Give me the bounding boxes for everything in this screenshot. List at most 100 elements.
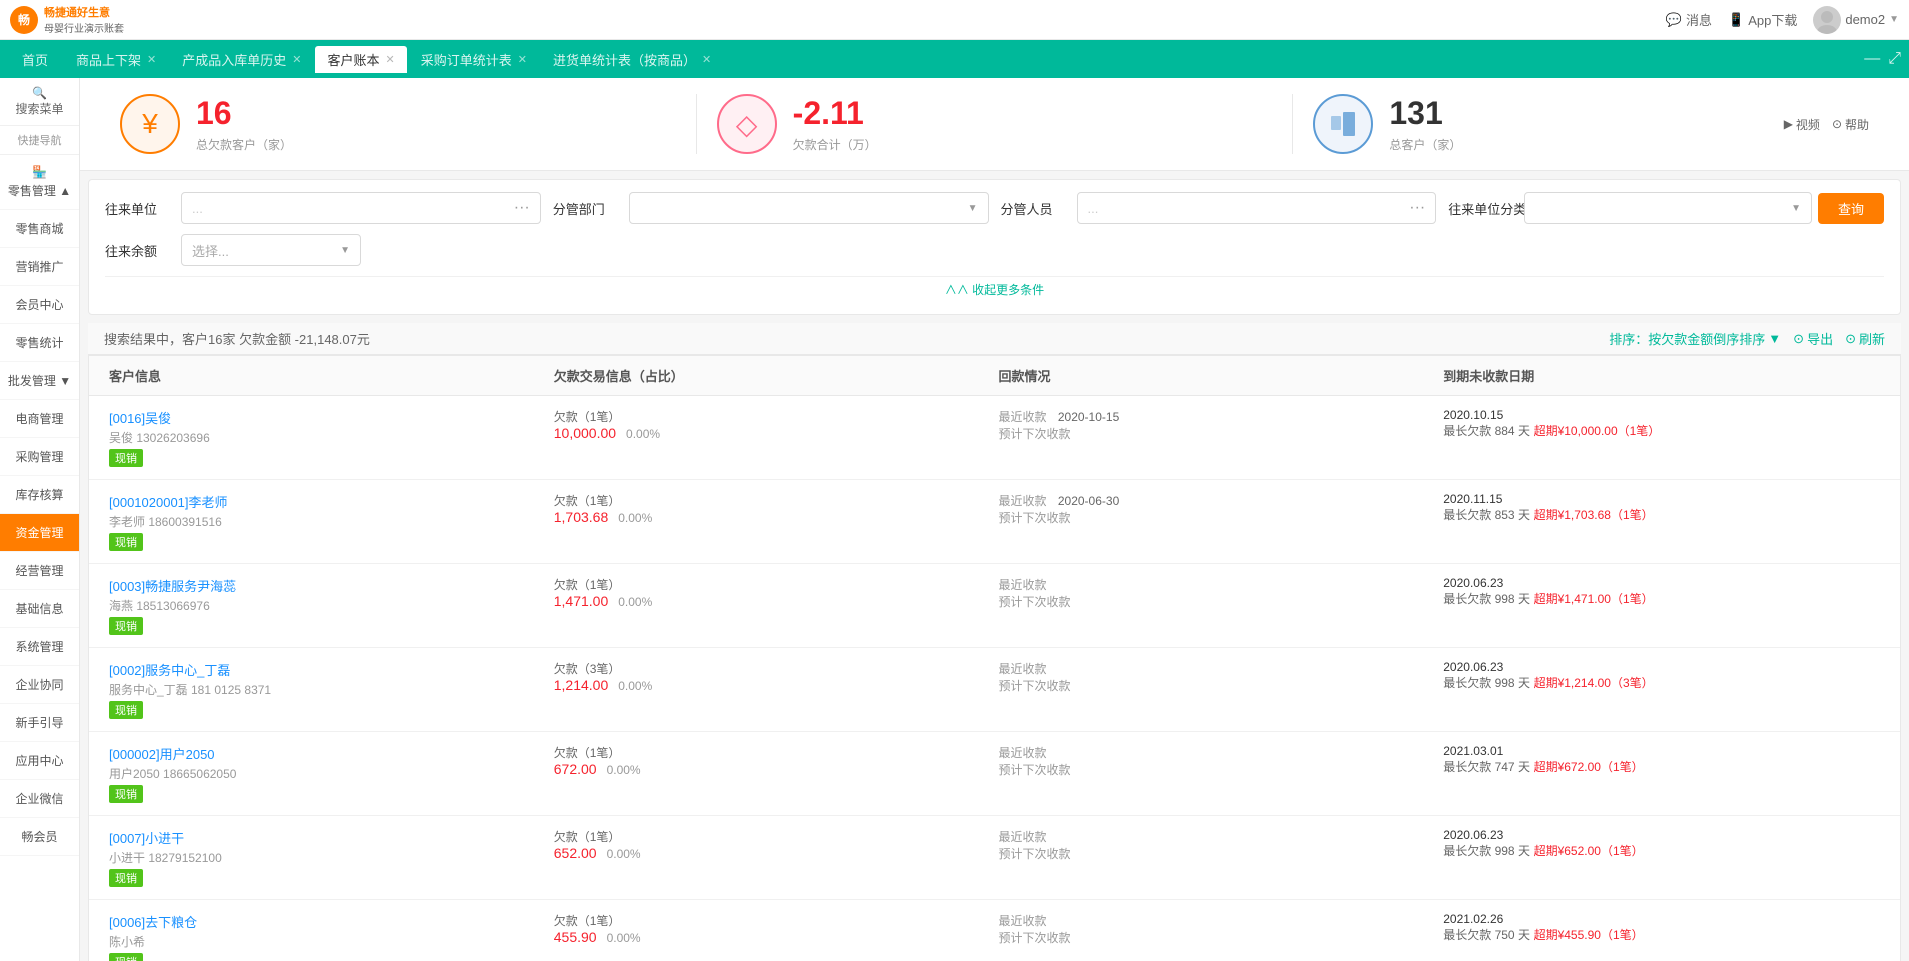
messages-btn[interactable]: 💬 消息 (1666, 10, 1712, 29)
minimize-icon[interactable]: — (1864, 50, 1880, 68)
sidebar-item-wholesale[interactable]: 批发管理 ▼ (0, 362, 79, 400)
table-row: [0016]吴俊 吴俊 13026203696 现销 欠款（1笔） 10,000… (89, 396, 1900, 480)
query-button[interactable]: 查询 (1818, 193, 1884, 224)
sidebar-item-ecommerce[interactable]: 电商管理 (0, 400, 79, 438)
sidebar-system-label: 系统管理 (15, 638, 63, 655)
sidebar-item-retail-mgmt[interactable]: 🏪 零售管理 ▲ (0, 155, 79, 210)
supplier-input[interactable]: ... ··· (181, 192, 541, 224)
sidebar-item-retail-stat[interactable]: 零售统计 (0, 324, 79, 362)
nav-tabs: 首页 商品上下架 ✕ 产成品入库单历史 ✕ 客户账本 ✕ 采购订单统计表 ✕ 进… (0, 40, 1909, 78)
customer-name-1[interactable]: [0001020001]李老师 (109, 492, 546, 511)
tab-home[interactable]: 首页 (8, 46, 62, 73)
filter-supplier: 往来单位 ... ··· (105, 192, 541, 224)
collapse-bar[interactable]: ∧∧ 收起更多条件 (105, 276, 1884, 302)
last-collect-label-3: 最近收款 (999, 662, 1047, 676)
app-download-btn[interactable]: 📱 App下载 (1728, 10, 1797, 29)
debtors-number: 16 (196, 95, 292, 132)
total-customers-icon (1313, 94, 1373, 154)
col-header-customer: 客户信息 (105, 364, 550, 387)
debt-count-0: 欠款（1笔） (554, 408, 991, 425)
sidebar-item-operations[interactable]: 经营管理 (0, 552, 79, 590)
sidebar-wechat-label: 企业微信 (15, 790, 63, 807)
customer-contact-3: 服务中心_丁磊 181 0125 8371 (109, 681, 546, 698)
person-input[interactable]: ... ··· (1077, 192, 1437, 224)
close-purchase-goods-icon[interactable]: ✕ (702, 53, 711, 66)
dept-select[interactable]: ▼ (629, 192, 989, 224)
close-goods-shelf-icon[interactable]: ✕ (147, 53, 156, 66)
sidebar-item-collab[interactable]: 企业协同 (0, 666, 79, 704)
overdue-amount-5[interactable]: 超期¥652.00（1笔） (1534, 844, 1644, 858)
sidebar-item-guide[interactable]: 新手引导 (0, 704, 79, 742)
sidebar-item-member2[interactable]: 畅会员 (0, 818, 79, 856)
customer-name-5[interactable]: [0007]小进干 (109, 828, 546, 847)
due-date-4: 2021.03.01 (1443, 744, 1880, 758)
balance-placeholder: 选择... (192, 241, 229, 260)
debt-amount-6: 455.90 (554, 929, 597, 945)
sidebar-item-purchase[interactable]: 采购管理 (0, 438, 79, 476)
help-btn[interactable]: ⊙ 帮助 (1832, 116, 1869, 133)
main-content: ¥ 16 总欠款客户（家） ◇ -2.11 欠款合计（万） (80, 78, 1909, 961)
maximize-icon[interactable]: ⤢ (1888, 50, 1901, 68)
balance-select[interactable]: 选择... ▼ (181, 234, 361, 266)
overdue-amount-6[interactable]: 超期¥455.90（1笔） (1534, 928, 1644, 942)
customer-name-0[interactable]: [0016]吴俊 (109, 408, 546, 427)
sidebar-item-marketing[interactable]: 营销推广 (0, 248, 79, 286)
close-customer-account-icon[interactable]: ✕ (386, 53, 395, 66)
due-date-cell-3: 2020.06.23 最长欠款 998 天 超期¥1,214.00（3笔） (1439, 658, 1884, 693)
sidebar-item-finance[interactable]: 资金管理 (0, 514, 79, 552)
stat-top-actions: ▶ 视频 ⊙ 帮助 (1784, 116, 1869, 133)
suite-name: 母婴行业演示账套 (44, 20, 124, 35)
last-collect-label-4: 最近收款 (999, 746, 1047, 760)
view-video-btn[interactable]: ▶ 视频 (1784, 116, 1820, 133)
tab-goods-shelf[interactable]: 商品上下架 ✕ (64, 46, 168, 73)
due-date-cell-6: 2021.02.26 最长欠款 750 天 超期¥455.90（1笔） (1439, 910, 1884, 945)
overdue-days-6: 最长欠款 750 天 (1443, 928, 1530, 942)
sidebar-guide-label: 新手引导 (15, 714, 63, 731)
sidebar-search[interactable]: 🔍 搜索菜单 (0, 78, 79, 126)
tab-purchase-goods[interactable]: 进货单统计表（按商品） ✕ (541, 46, 723, 73)
overdue-amount-0[interactable]: 超期¥10,000.00（1笔） (1534, 424, 1661, 438)
customer-name-6[interactable]: [0006]去下粮仓 (109, 912, 546, 931)
sidebar-item-retail-mall[interactable]: 零售商城 (0, 210, 79, 248)
overdue-amount-1[interactable]: 超期¥1,703.68（1笔） (1534, 508, 1654, 522)
tab-customer-account[interactable]: 客户账本 ✕ (315, 46, 406, 73)
sidebar-item-basic-info[interactable]: 基础信息 (0, 590, 79, 628)
due-date-1: 2020.11.15 (1443, 492, 1880, 506)
overdue-amount-3[interactable]: 超期¥1,214.00（3笔） (1534, 676, 1654, 690)
sidebar-retail-mall-label: 零售商城 (15, 220, 63, 237)
customer-name-4[interactable]: [000002]用户2050 (109, 744, 546, 763)
debtors-icon: ¥ (120, 94, 180, 154)
refresh-btn[interactable]: ⊙ 刷新 (1845, 329, 1885, 348)
user-profile[interactable]: demo2 ▼ (1813, 6, 1899, 34)
overdue-amount-4[interactable]: 超期¥672.00（1笔） (1534, 760, 1644, 774)
close-product-history-icon[interactable]: ✕ (292, 53, 301, 66)
customer-name-3[interactable]: [0002]服务中心_丁磊 (109, 660, 546, 679)
sort-chevron-icon[interactable]: ▼ (1768, 331, 1781, 346)
customer-name-2[interactable]: [0003]畅捷服务尹海蕊 (109, 576, 546, 595)
recovery-info-2: 最近收款 预计下次收款 (995, 574, 1440, 612)
sidebar-item-app-center[interactable]: 应用中心 (0, 742, 79, 780)
due-date-cell-4: 2021.03.01 最长欠款 747 天 超期¥672.00（1笔） (1439, 742, 1884, 777)
debt-info-3: 欠款（3笔） 1,214.00 0.00% (550, 658, 995, 695)
customer-info-4: [000002]用户2050 用户2050 18665062050 现销 (105, 742, 550, 805)
supplier-dots-icon: ··· (514, 199, 530, 217)
sidebar-item-inventory[interactable]: 库存核算 (0, 476, 79, 514)
close-purchase-stat-icon[interactable]: ✕ (518, 53, 527, 66)
recovery-info-5: 最近收款 预计下次收款 (995, 826, 1440, 864)
debt-count-3: 欠款（3笔） (554, 660, 991, 677)
total-debt-icon: ◇ (717, 94, 777, 154)
category-select[interactable]: ▼ (1524, 192, 1812, 224)
tab-product-history[interactable]: 产成品入库单历史 ✕ (170, 46, 313, 73)
overdue-amount-2[interactable]: 超期¥1,471.00（1笔） (1534, 592, 1654, 606)
sidebar-item-system[interactable]: 系统管理 (0, 628, 79, 666)
customer-tag-6: 现销 (109, 953, 143, 961)
debt-amount-1: 1,703.68 (554, 509, 609, 525)
sidebar-item-member[interactable]: 会员中心 (0, 286, 79, 324)
tab-purchase-stat[interactable]: 采购订单统计表 ✕ (409, 46, 539, 73)
results-summary: 搜索结果中，客户16家 欠款金额 -21,148.07元 (104, 329, 370, 348)
next-collect-0: 预计下次收款 (999, 425, 1436, 442)
sidebar-item-wechat[interactable]: 企业微信 (0, 780, 79, 818)
help-icon: ⊙ (1832, 117, 1842, 131)
debt-amount-2: 1,471.00 (554, 593, 609, 609)
export-btn[interactable]: ⊙ 导出 (1793, 329, 1833, 348)
